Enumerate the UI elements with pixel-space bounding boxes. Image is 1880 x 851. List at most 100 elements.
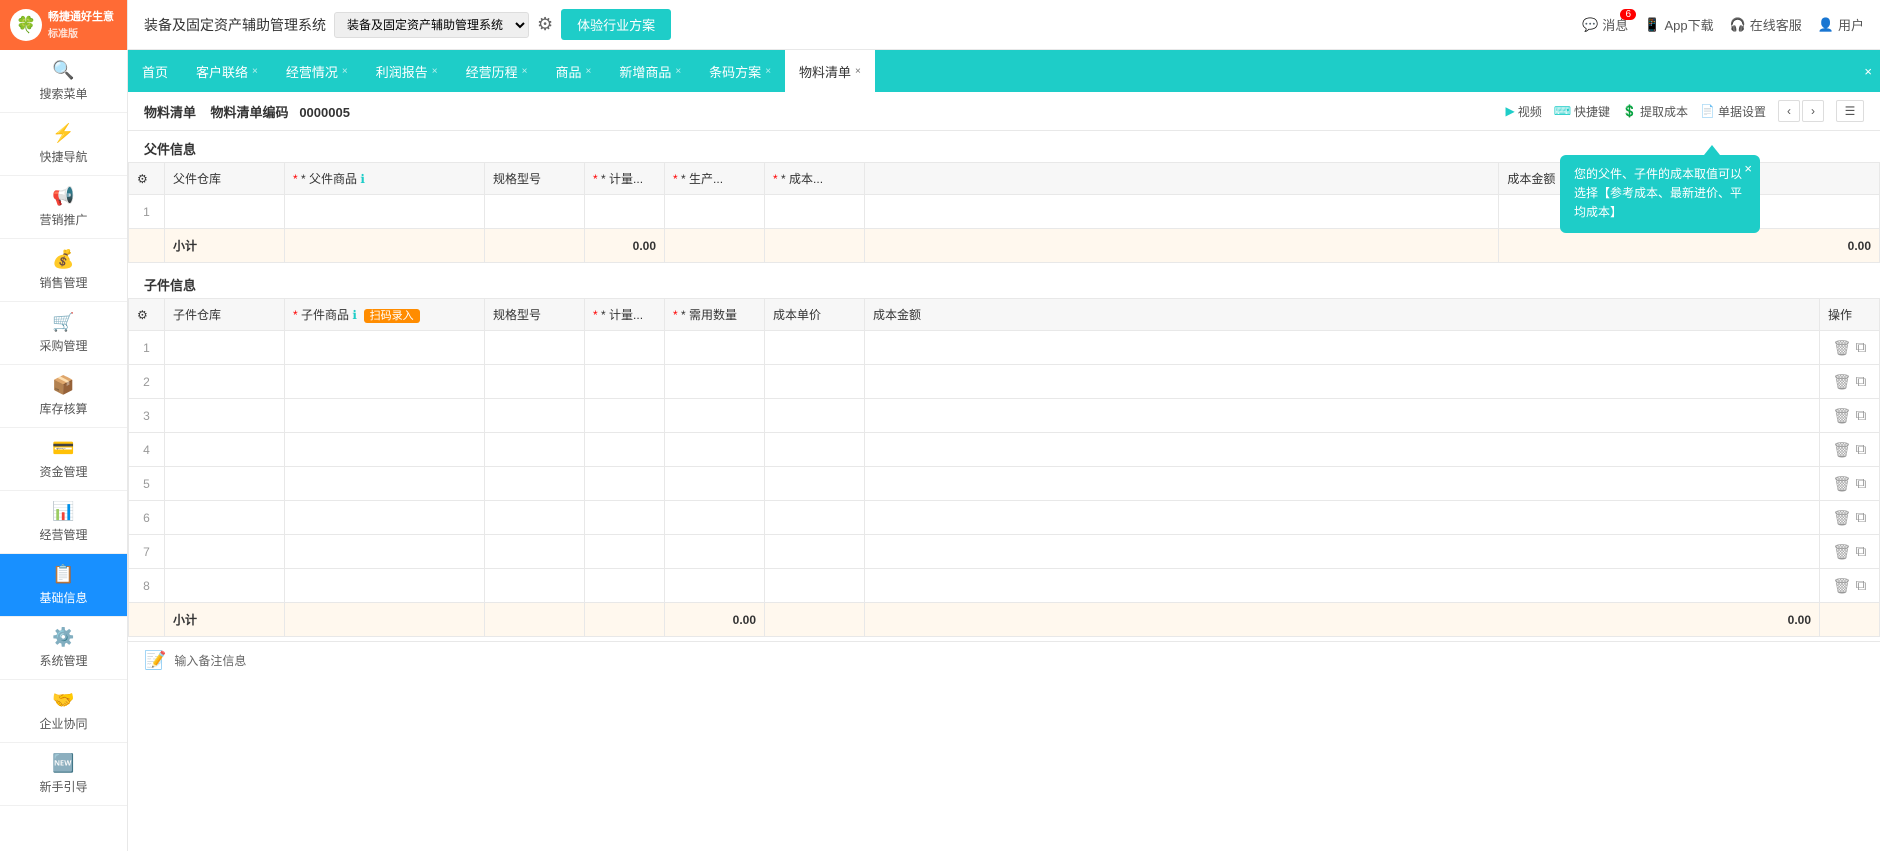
child-col-settings[interactable]: ⚙ <box>129 299 165 331</box>
sidebar-item-basic[interactable]: 📋 基础信息 <box>0 554 127 617</box>
child-unit-cell[interactable] <box>585 433 665 467</box>
sidebar-item-marketing[interactable]: 📢 营销推广 <box>0 176 127 239</box>
child-qty-cell[interactable] <box>665 535 765 569</box>
delete-icon[interactable]: 🗑 <box>1833 543 1852 561</box>
tab-barcode[interactable]: 条码方案 × <box>695 50 785 92</box>
child-unit-cell[interactable] <box>585 399 665 433</box>
sidebar-item-sales[interactable]: 💰 销售管理 <box>0 239 127 302</box>
child-warehouse-cell[interactable] <box>165 331 285 365</box>
delete-icon[interactable]: 🗑 <box>1833 339 1852 357</box>
child-unitcost-cell[interactable] <box>765 433 865 467</box>
tab-newproduct-close[interactable]: × <box>675 66 681 77</box>
sidebar-item-inventory[interactable]: 📦 库存核算 <box>0 365 127 428</box>
child-warehouse-cell[interactable] <box>165 501 285 535</box>
child-spec-cell[interactable] <box>485 331 585 365</box>
child-warehouse-cell[interactable] <box>165 467 285 501</box>
system-select[interactable]: 装备及固定资产辅助管理系统 <box>334 12 529 38</box>
tab-home[interactable]: 首页 <box>128 50 182 92</box>
tab-profit-close[interactable]: × <box>432 66 438 77</box>
sidebar-item-enterprise[interactable]: 🤝 企业协同 <box>0 680 127 743</box>
parent-cost-cell[interactable] <box>765 195 865 229</box>
child-unit-cell[interactable] <box>585 535 665 569</box>
child-unit-cell[interactable] <box>585 365 665 399</box>
child-warehouse-cell[interactable] <box>165 569 285 603</box>
child-qty-cell[interactable] <box>665 467 765 501</box>
child-warehouse-cell[interactable] <box>165 535 285 569</box>
child-spec-cell[interactable] <box>485 467 585 501</box>
copy-icon[interactable]: ⧉ <box>1856 543 1867 561</box>
scan-badge[interactable]: 扫码录入 <box>364 309 420 323</box>
tab-operations-close[interactable]: × <box>342 66 348 77</box>
child-unitcost-cell[interactable] <box>765 467 865 501</box>
child-product-cell[interactable] <box>285 535 485 569</box>
child-qty-cell[interactable] <box>665 331 765 365</box>
child-spec-cell[interactable] <box>485 535 585 569</box>
child-qty-cell[interactable] <box>665 433 765 467</box>
delete-icon[interactable]: 🗑 <box>1833 475 1852 493</box>
copy-icon[interactable]: ⧉ <box>1856 373 1867 391</box>
child-product-cell[interactable] <box>285 467 485 501</box>
child-unitcost-cell[interactable] <box>765 331 865 365</box>
online-service-button[interactable]: 🎧 在线客服 <box>1730 15 1802 34</box>
parent-unit-cell[interactable] <box>585 195 665 229</box>
tab-barcode-close[interactable]: × <box>765 66 771 77</box>
close-all-tabs[interactable]: × <box>1864 64 1880 79</box>
user-avatar[interactable]: 👤 用户 <box>1818 15 1864 34</box>
view-action[interactable]: ▶ 视频 <box>1505 103 1541 120</box>
tab-newproduct[interactable]: 新增商品 × <box>605 50 695 92</box>
tab-products[interactable]: 商品 × <box>541 50 605 92</box>
copy-icon[interactable]: ⧉ <box>1856 509 1867 527</box>
tab-products-close[interactable]: × <box>585 66 591 77</box>
child-unitcost-cell[interactable] <box>765 399 865 433</box>
child-unitcost-cell[interactable] <box>765 569 865 603</box>
child-product-cell[interactable] <box>285 569 485 603</box>
child-unit-cell[interactable] <box>585 467 665 501</box>
copy-icon[interactable]: ⧉ <box>1856 407 1867 425</box>
copy-icon[interactable]: ⧉ <box>1856 339 1867 357</box>
parent-warehouse-cell[interactable] <box>165 195 285 229</box>
child-spec-cell[interactable] <box>485 433 585 467</box>
child-product-cell[interactable] <box>285 365 485 399</box>
sidebar-item-purchase[interactable]: 🛒 采购管理 <box>0 302 127 365</box>
parent-product-cell[interactable] <box>285 195 485 229</box>
child-warehouse-cell[interactable] <box>165 365 285 399</box>
delete-icon[interactable]: 🗑 <box>1833 373 1852 391</box>
child-spec-cell[interactable] <box>485 569 585 603</box>
sidebar-item-quicknav[interactable]: ⚡ 快捷导航 <box>0 113 127 176</box>
child-unitcost-cell[interactable] <box>765 501 865 535</box>
child-product-cell[interactable] <box>285 433 485 467</box>
delete-icon[interactable]: 🗑 <box>1833 407 1852 425</box>
delete-icon[interactable]: 🗑 <box>1833 441 1852 459</box>
child-unit-cell[interactable] <box>585 331 665 365</box>
tab-history[interactable]: 经营历程 × <box>452 50 542 92</box>
child-unit-cell[interactable] <box>585 569 665 603</box>
child-qty-cell[interactable] <box>665 569 765 603</box>
parent-col-settings[interactable]: ⚙ <box>129 163 165 195</box>
parent-produce-cell[interactable] <box>665 195 765 229</box>
child-product-cell[interactable] <box>285 501 485 535</box>
tab-customer[interactable]: 客户联络 × <box>182 50 272 92</box>
child-qty-cell[interactable] <box>665 501 765 535</box>
child-warehouse-cell[interactable] <box>165 399 285 433</box>
child-warehouse-cell[interactable] <box>165 433 285 467</box>
parent-spec-cell[interactable] <box>485 195 585 229</box>
menu-toggle[interactable]: ☰ <box>1836 100 1864 122</box>
tab-history-close[interactable]: × <box>522 66 528 77</box>
child-product-cell[interactable] <box>285 331 485 365</box>
sidebar-item-guide[interactable]: 🆕 新手引导 <box>0 743 127 806</box>
tab-customer-close[interactable]: × <box>252 66 258 77</box>
settings-gear-icon[interactable]: ⚙ <box>537 14 553 35</box>
child-unitcost-cell[interactable] <box>765 365 865 399</box>
copy-icon[interactable]: ⧉ <box>1856 441 1867 459</box>
delete-icon[interactable]: 🗑 <box>1833 577 1852 595</box>
sidebar-item-search[interactable]: 🔍 搜索菜单 <box>0 50 127 113</box>
tab-bom[interactable]: 物料清单 × <box>785 50 875 92</box>
child-unitcost-cell[interactable] <box>765 535 865 569</box>
shortcut-action[interactable]: ⌨ 快捷键 <box>1554 103 1610 120</box>
prev-arrow[interactable]: ‹ <box>1778 100 1800 122</box>
message-button[interactable]: 💬 消息 6 <box>1582 15 1628 34</box>
tab-operations[interactable]: 经营情况 × <box>272 50 362 92</box>
tab-profit[interactable]: 利润报告 × <box>362 50 452 92</box>
app-download-button[interactable]: 📱 App下载 <box>1644 15 1713 34</box>
cost-action[interactable]: 💲 提取成本 <box>1622 103 1688 120</box>
